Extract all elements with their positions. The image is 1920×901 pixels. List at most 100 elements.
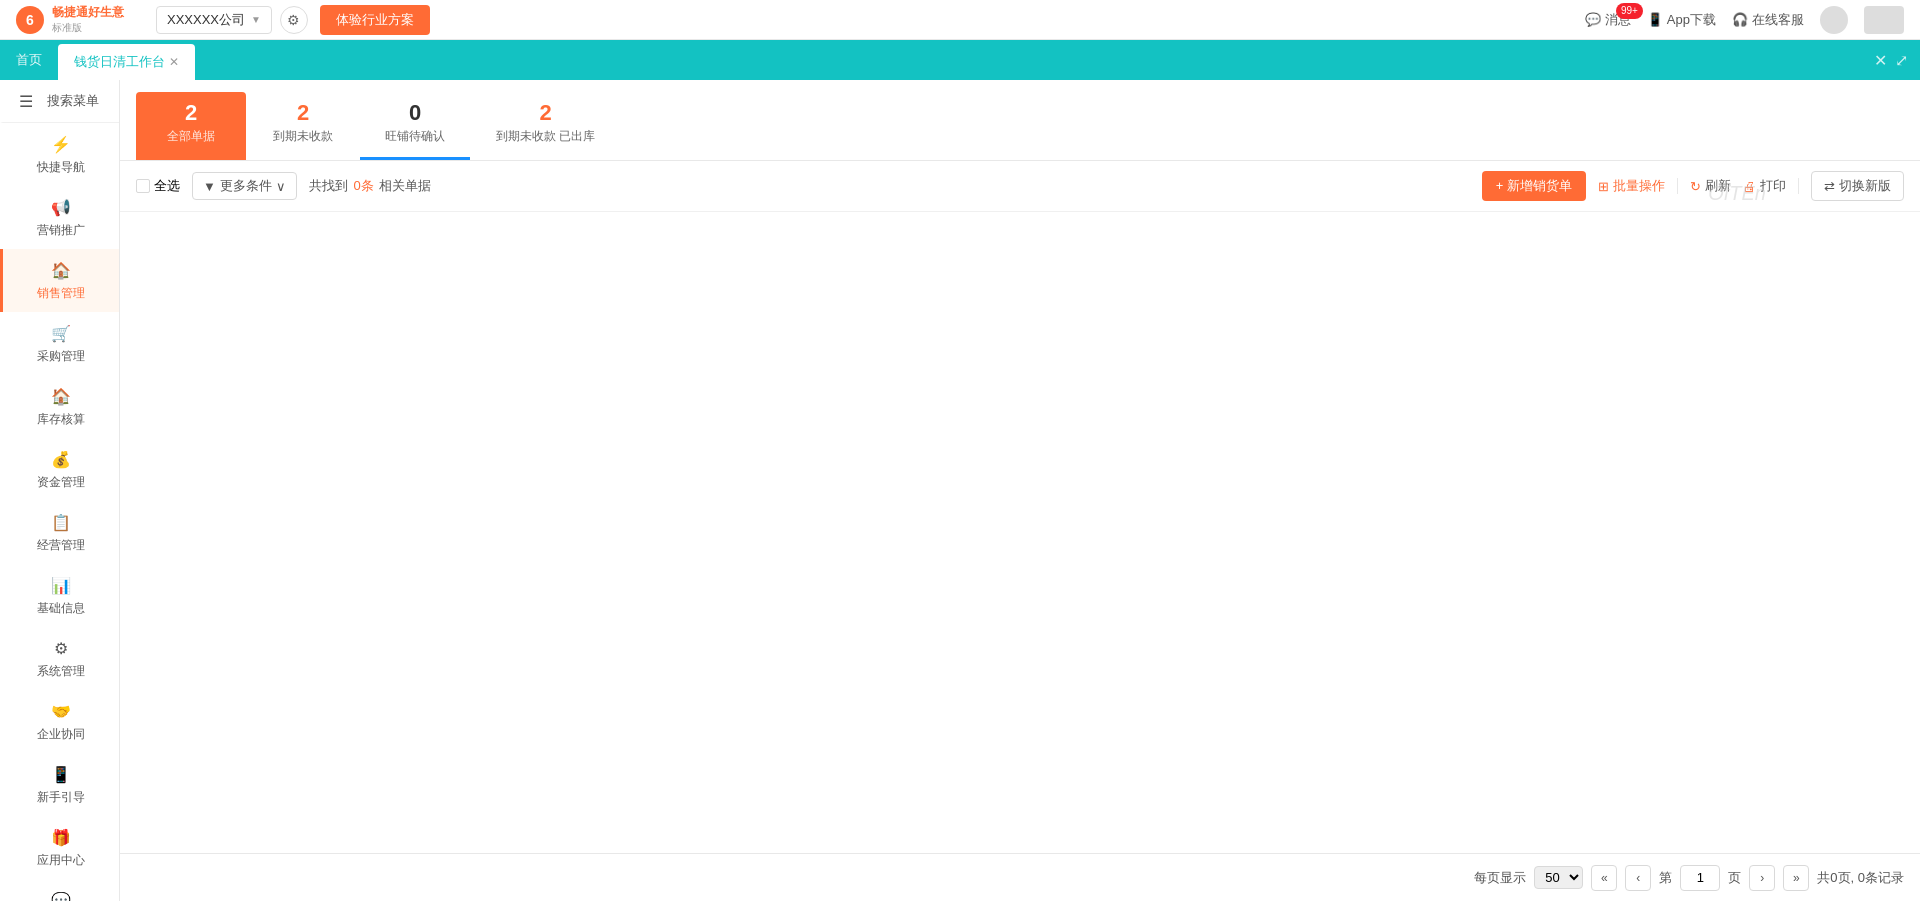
- toolbar-divider-2: [1798, 178, 1799, 194]
- online-service-label: 在线客服: [1752, 11, 1804, 29]
- next-page-button[interactable]: ›: [1749, 865, 1775, 891]
- sidebar-item-purchase[interactable]: 🛒 采购管理: [0, 312, 119, 375]
- quick-nav-label: 快捷导航: [37, 159, 85, 176]
- marketing-icon: 📢: [50, 196, 72, 218]
- tab-expand-icon[interactable]: ⤢: [1895, 51, 1908, 70]
- sidebar-item-cooperation[interactable]: 🤝 企业协同: [0, 690, 119, 753]
- stat-label-all: 全部单据: [167, 128, 215, 145]
- pagination: 每页显示 50 « ‹ 第 页 › » 共0页, 0条记录: [120, 853, 1920, 901]
- inventory-icon: 🏠: [50, 385, 72, 407]
- sidebar-item-wechat[interactable]: 💬 企业微信: [0, 879, 119, 901]
- sidebar-item-inventory[interactable]: 🏠 库存核算: [0, 375, 119, 438]
- tab-home[interactable]: 首页: [0, 40, 58, 80]
- sidebar-item-finance[interactable]: 💰 资金管理: [0, 438, 119, 501]
- message-badge: 99+: [1616, 3, 1643, 19]
- print-label: 打印: [1760, 177, 1786, 195]
- online-service-action[interactable]: 🎧 在线客服: [1732, 11, 1804, 29]
- app-center-icon: 🎁: [50, 826, 72, 848]
- sidebar-item-system[interactable]: ⚙ 系统管理: [0, 627, 119, 690]
- system-label: 系统管理: [37, 663, 85, 680]
- switch-icon: ⇄: [1824, 179, 1835, 194]
- new-sale-button[interactable]: + 新增销货单: [1482, 171, 1586, 201]
- per-page-label: 每页显示: [1474, 869, 1526, 887]
- sidebar-item-quick-nav[interactable]: ⚡ 快捷导航: [0, 123, 119, 186]
- stat-tab-overdue[interactable]: 2 到期未收款: [248, 92, 358, 160]
- company-dropdown-arrow: ▼: [251, 14, 261, 25]
- tab-close-icon[interactable]: ✕: [169, 55, 179, 69]
- basic-info-label: 基础信息: [37, 600, 85, 617]
- sidebar-item-basic-info[interactable]: 📊 基础信息: [0, 564, 119, 627]
- app-download-action[interactable]: 📱 App下载: [1647, 11, 1716, 29]
- finance-icon: 💰: [50, 448, 72, 470]
- search-menu-icon: ☰: [15, 90, 37, 112]
- tab-cash-goods[interactable]: 钱货日清工作台 ✕: [58, 44, 195, 80]
- stat-tab-all[interactable]: 2 全部单据: [136, 92, 246, 160]
- checkbox-icon: [136, 179, 150, 193]
- refresh-button[interactable]: ↻ 刷新: [1690, 177, 1731, 195]
- batch-action-button[interactable]: ⊞ 批量操作: [1598, 177, 1665, 195]
- sidebar-item-guide[interactable]: 📱 新手引导: [0, 753, 119, 816]
- stat-label-overdue-out: 到期未收款 已出库: [496, 128, 595, 145]
- sidebar-item-sales[interactable]: 🏠 销售管理: [0, 249, 119, 312]
- marketing-label: 营销推广: [37, 222, 85, 239]
- stat-num-overdue: 2: [297, 100, 309, 126]
- switch-version-button[interactable]: ⇄ 切换新版: [1811, 171, 1904, 201]
- top-header: 6 畅捷通好生意 标准版 XXXXXX公司 ▼ ⚙ 体验行业方案 💬 消息 99…: [0, 0, 1920, 40]
- operations-icon: 📋: [50, 511, 72, 533]
- stat-num-overdue-out: 2: [540, 100, 552, 126]
- purchase-icon: 🛒: [50, 322, 72, 344]
- batch-icon: ⊞: [1598, 179, 1609, 194]
- message-action[interactable]: 💬 消息 99+: [1585, 11, 1631, 29]
- settings-gear-icon: ⚙: [287, 12, 300, 28]
- page-suffix: 页: [1728, 869, 1741, 887]
- operations-label: 经营管理: [37, 537, 85, 554]
- select-all-label: 全选: [154, 177, 180, 195]
- stat-num-all: 2: [185, 100, 197, 126]
- table-area: [120, 212, 1920, 853]
- filter-chevron-icon: ∨: [276, 179, 286, 194]
- last-page-button[interactable]: »: [1783, 865, 1809, 891]
- page-prefix: 第: [1659, 869, 1672, 887]
- user-name-area: [1864, 6, 1904, 34]
- logo-area: 6 畅捷通好生意 标准版: [16, 4, 136, 35]
- cash-goods-tab-label: 钱货日清工作台: [74, 53, 165, 71]
- page-input[interactable]: [1680, 865, 1720, 891]
- logo-icon: 6: [16, 6, 44, 34]
- headset-icon: 🎧: [1732, 12, 1748, 27]
- sidebar-item-app-center[interactable]: 🎁 应用中心: [0, 816, 119, 879]
- company-selector[interactable]: XXXXXX公司 ▼: [156, 6, 272, 34]
- filter-icon: ▼: [203, 179, 216, 194]
- stat-label-overdue: 到期未收款: [273, 128, 333, 145]
- print-button[interactable]: 🖨 打印: [1743, 177, 1786, 195]
- select-all-checkbox[interactable]: 全选: [136, 177, 180, 195]
- per-page-select[interactable]: 50: [1534, 866, 1583, 889]
- filter-button[interactable]: ▼ 更多条件 ∨: [192, 172, 297, 200]
- guide-icon: 📱: [50, 763, 72, 785]
- search-menu-label: 搜索菜单: [47, 92, 99, 110]
- avatar[interactable]: [1820, 6, 1848, 34]
- filter-label: 更多条件: [220, 177, 272, 195]
- first-page-button[interactable]: «: [1591, 865, 1617, 891]
- trial-button[interactable]: 体验行业方案: [320, 5, 430, 35]
- found-count: 0条: [354, 178, 374, 193]
- sidebar-item-search[interactable]: ☰ 搜索菜单: [0, 80, 119, 123]
- switch-label: 切换新版: [1839, 177, 1891, 195]
- refresh-label: 刷新: [1705, 177, 1731, 195]
- settings-icon[interactable]: ⚙: [280, 6, 308, 34]
- stat-num-pending: 0: [409, 100, 421, 126]
- purchase-label: 采购管理: [37, 348, 85, 365]
- layout: ☰ 搜索菜单 ⚡ 快捷导航 📢 营销推广 🏠 销售管理 🛒 采购管理 🏠 库存核…: [0, 80, 1920, 901]
- app-center-label: 应用中心: [37, 852, 85, 869]
- stat-tab-pending[interactable]: 0 旺铺待确认: [360, 92, 470, 160]
- sidebar-item-operations[interactable]: 📋 经营管理: [0, 501, 119, 564]
- tab-close-window-icon[interactable]: ✕: [1874, 51, 1887, 70]
- stat-tab-overdue-out[interactable]: 2 到期未收款 已出库: [472, 92, 619, 160]
- found-text: 共找到 0条 相关单据: [309, 177, 431, 195]
- tab-bar: 首页 钱货日清工作台 ✕ ✕ ⤢: [0, 40, 1920, 80]
- quick-nav-icon: ⚡: [50, 133, 72, 155]
- system-icon: ⚙: [50, 637, 72, 659]
- header-left: 6 畅捷通好生意 标准版 XXXXXX公司 ▼ ⚙ 体验行业方案: [16, 4, 430, 35]
- sidebar-item-marketing[interactable]: 📢 营销推广: [0, 186, 119, 249]
- prev-page-button[interactable]: ‹: [1625, 865, 1651, 891]
- message-icon: 💬: [1585, 12, 1601, 27]
